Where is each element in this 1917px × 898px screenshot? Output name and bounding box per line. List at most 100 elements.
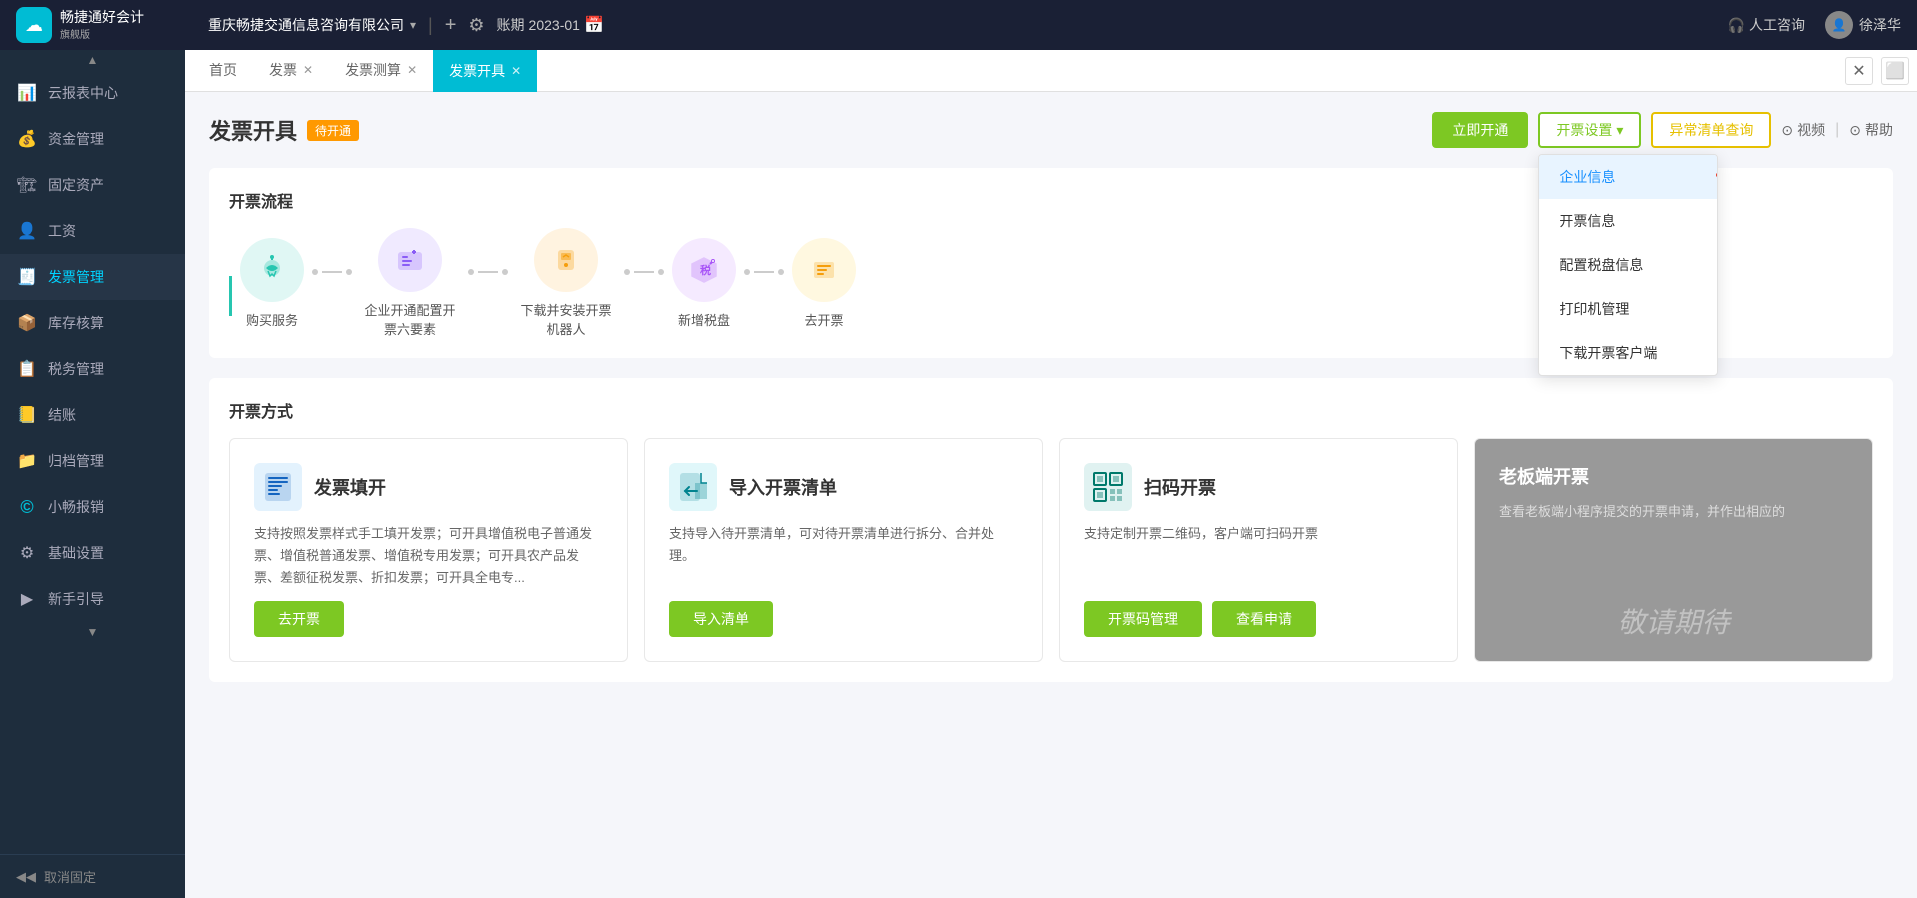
pin-icon: ◀◀ — [16, 869, 36, 885]
sidebar-item-jichushezhi[interactable]: ⚙ 基础设置 — [0, 530, 185, 576]
method-card-boss: 老板端开票 查看老板端小程序提交的开票申请，并作出相应的 敬请期待 — [1474, 438, 1873, 662]
sidebar-item-zijin[interactable]: 💰 资金管理 — [0, 116, 185, 162]
flow-step-label-5: 去开票 — [804, 310, 843, 329]
header-right: 🎧 人工咨询 👤 徐泽华 — [1728, 11, 1901, 39]
company-name: 重庆畅捷交通信息咨询有限公司 — [208, 15, 404, 35]
tabs-bar: 首页 发票 ✕ 发票测算 ✕ 发票开具 ✕ ✕ ⬜ — [185, 50, 1917, 92]
calendar-icon[interactable]: 📅 — [584, 15, 604, 35]
line — [754, 271, 774, 273]
flow-step-icon-1 — [240, 238, 304, 302]
sidebar-item-shuiwu[interactable]: 📋 税务管理 — [0, 346, 185, 392]
tab-fapiaokaiiju-label: 发票开具 — [449, 61, 505, 81]
video-button[interactable]: ⊙ 视频 — [1781, 120, 1825, 140]
sidebar-label-fapiao: 发票管理 — [48, 267, 104, 287]
svg-text:税: 税 — [700, 263, 711, 277]
sidebar-label-gongzi: 工资 — [48, 221, 76, 241]
flow-step-4: 税 新增税盘 — [672, 238, 736, 329]
dropdown-item-dayin[interactable]: 打印机管理 — [1539, 287, 1717, 331]
video-icon: ⊙ — [1781, 122, 1793, 139]
sidebar-item-guding[interactable]: 🏗 固定资产 — [0, 162, 185, 208]
sidebar-item-kucun[interactable]: 📦 库存核算 — [0, 300, 185, 346]
layout: ▲ 📊 云报表中心 💰 资金管理 🏗 固定资产 👤 工资 🧾 发票管理 📦 库存… — [0, 50, 1917, 898]
method-scan-desc: 支持定制开票二维码，客户端可扫码开票 — [1084, 523, 1433, 545]
scan-qr-manage-button[interactable]: 开票码管理 — [1084, 601, 1202, 637]
method-import-desc: 支持导入待开票清单，可对待开票清单进行拆分、合并处理。 — [669, 523, 1018, 567]
flow-step-5: 去开票 — [792, 238, 856, 329]
jichushezhi-icon: ⚙ — [16, 542, 38, 564]
settings-button[interactable]: 开票设置 ▾ — [1538, 112, 1641, 148]
scan-view-apply-button[interactable]: 查看申请 — [1212, 601, 1316, 637]
method-scan-title: 扫码开票 — [1144, 474, 1216, 500]
settings-dropdown-menu: 企业信息 开票信息 配置税盘信息 打印机管理 — [1538, 154, 1718, 376]
tab-close-button[interactable]: ✕ — [1845, 57, 1873, 85]
logo-subtitle: 旗舰版 — [60, 26, 144, 41]
xinshouyin-icon: ▶ — [16, 588, 38, 610]
logo-icon: ☁ — [16, 7, 52, 43]
consult-label: 人工咨询 — [1749, 15, 1805, 35]
sidebar-item-jiezhang[interactable]: 📒 结账 — [0, 392, 185, 438]
dropdown-item-peizhi[interactable]: 配置税盘信息 — [1539, 243, 1717, 287]
tab-fapiao-label: 发票 — [269, 60, 297, 80]
logo-area: ☁ 畅捷通好会计 旗舰版 — [16, 7, 196, 43]
tab-home[interactable]: 首页 — [193, 50, 253, 92]
tab-fapiaocesuan[interactable]: 发票测算 ✕ — [329, 50, 433, 92]
page-title-area: 发票开具 待开通 — [209, 114, 359, 146]
zijin-icon: 💰 — [16, 128, 38, 150]
import-invoice-icon — [669, 463, 717, 511]
activate-button[interactable]: 立即开通 — [1432, 112, 1528, 148]
tab-fapiaokaiiju-close[interactable]: ✕ — [511, 65, 521, 77]
sidebar-item-xiaochang[interactable]: © 小畅报销 — [0, 484, 185, 530]
dot — [744, 269, 750, 275]
main-area: 首页 发票 ✕ 发票测算 ✕ 发票开具 ✕ ✕ ⬜ — [185, 50, 1917, 898]
page-content: 发票开具 待开通 立即开通 开票设置 ▾ — [185, 92, 1917, 898]
settings-icon[interactable]: ⚙ — [468, 15, 484, 36]
fill-invoice-button[interactable]: 去开票 — [254, 601, 344, 637]
tab-fapiaocesuan-close[interactable]: ✕ — [407, 64, 417, 76]
dropdown-item-kaipiao[interactable]: 开票信息 — [1539, 199, 1717, 243]
sidebar-scroll-up[interactable]: ▲ — [0, 50, 185, 70]
sidebar-item-yunbao[interactable]: 📊 云报表中心 — [0, 70, 185, 116]
sidebar-unpin-button[interactable]: ◀◀ 取消固定 — [0, 854, 185, 898]
method-card-fill-header: 发票填开 — [254, 463, 603, 511]
method-fill-desc: 支持按照发票样式手工填开发票；可开具增值税电子普通发票、增值税普通发票、增值税专… — [254, 523, 603, 589]
tab-fapiao[interactable]: 发票 ✕ — [253, 50, 329, 92]
user-menu[interactable]: 👤 徐泽华 — [1825, 11, 1901, 39]
sidebar-item-xinshouyin[interactable]: ▶ 新手引导 — [0, 576, 185, 622]
flow-connector-1 — [304, 269, 360, 275]
flow-step-1: 购买服务 — [240, 238, 304, 329]
tab-restore-button[interactable]: ⬜ — [1881, 57, 1909, 85]
sidebar-item-fapiao[interactable]: 🧾 发票管理 — [0, 254, 185, 300]
sidebar-scroll-down[interactable]: ▼ — [0, 622, 185, 642]
method-import-title: 导入开票清单 — [729, 474, 837, 500]
dropdown-item-xiazai[interactable]: 下载开票客户端 — [1539, 331, 1717, 375]
page-actions: 立即开通 开票设置 ▾ — [1432, 112, 1893, 148]
tab-fapiaokaiiju[interactable]: 发票开具 ✕ — [433, 50, 537, 92]
help-button[interactable]: ⊙ 帮助 — [1849, 120, 1893, 140]
flow-step-icon-4: 税 — [672, 238, 736, 302]
sidebar-item-gongzi[interactable]: 👤 工资 — [0, 208, 185, 254]
method-card-boss-header: 老板端开票 — [1499, 463, 1848, 489]
logo-text-block: 畅捷通好会计 旗舰版 — [60, 9, 144, 41]
fapiao-icon: 🧾 — [16, 266, 38, 288]
sidebar-item-guidang[interactable]: 📁 归档管理 — [0, 438, 185, 484]
tab-home-label: 首页 — [209, 60, 237, 80]
import-invoice-button[interactable]: 导入清单 — [669, 601, 773, 637]
line — [322, 271, 342, 273]
abnormal-button[interactable]: 异常清单查询 — [1651, 112, 1771, 148]
flow-step-label-4: 新增税盘 — [678, 310, 730, 329]
settings-dropdown-wrapper: 开票设置 ▾ — [1538, 112, 1641, 148]
consult-button[interactable]: 🎧 人工咨询 — [1728, 15, 1805, 35]
jiezhang-icon: 📒 — [16, 404, 38, 426]
page-header: 发票开具 待开通 立即开通 开票设置 ▾ — [209, 112, 1893, 148]
company-selector[interactable]: 重庆畅捷交通信息咨询有限公司 ▾ — [208, 15, 416, 35]
flow-step-icon-2 — [378, 228, 442, 292]
header: ☁ 畅捷通好会计 旗舰版 重庆畅捷交通信息咨询有限公司 ▾ | + ⚙ 账期 2… — [0, 0, 1917, 50]
sidebar-label-xinshouyin: 新手引导 — [48, 589, 104, 609]
video-label: 视频 — [1797, 120, 1825, 140]
add-button[interactable]: + — [445, 14, 457, 37]
tab-fapiao-close[interactable]: ✕ — [303, 64, 313, 76]
tab-fapiaocesuan-label: 发票测算 — [345, 60, 401, 80]
separator-bar: | — [1835, 121, 1839, 139]
dropdown-item-qiye[interactable]: 企业信息 — [1539, 155, 1717, 199]
scan-invoice-icon — [1084, 463, 1132, 511]
